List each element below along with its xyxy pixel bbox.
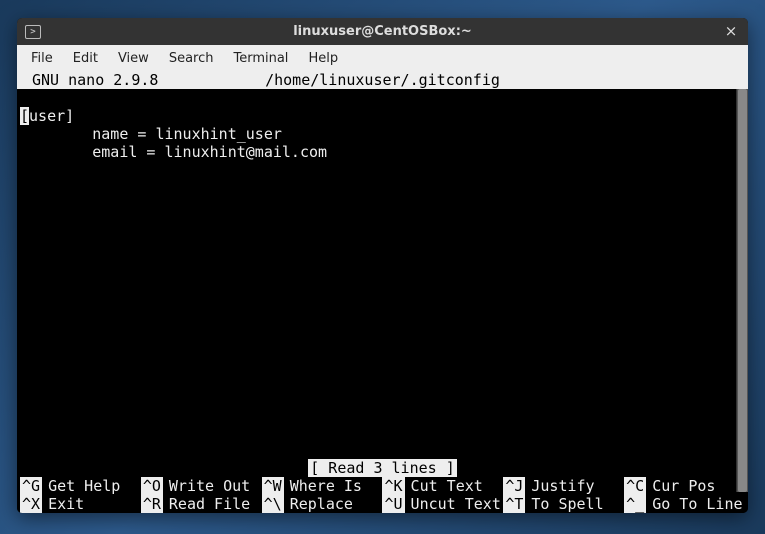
shortcut-read-file: ^RRead File (141, 495, 262, 513)
menu-file[interactable]: File (21, 48, 63, 69)
menu-terminal[interactable]: Terminal (223, 48, 298, 69)
menu-help[interactable]: Help (298, 48, 348, 69)
content-line2: name = linuxhint_user (20, 125, 282, 143)
terminal-icon (25, 25, 41, 39)
shortcut-justify: ^JJustify (503, 477, 624, 495)
nano-header: GNU nano 2.9.8 /home/linuxuser/.gitconfi… (17, 71, 748, 89)
content-line1: user] (29, 107, 74, 125)
shortcut-exit: ^XExit (20, 495, 141, 513)
scrollbar-thumb[interactable] (738, 89, 747, 492)
window-title: linuxuser@CentOSBox:~ (17, 24, 748, 39)
shortcut-uncut-text: ^UUncut Text (382, 495, 503, 513)
terminal-window: linuxuser@CentOSBox:~ × File Edit View S… (17, 18, 748, 513)
close-button[interactable]: × (722, 24, 740, 39)
terminal-area[interactable]: GNU nano 2.9.8 /home/linuxuser/.gitconfi… (17, 71, 748, 513)
nano-status: [ Read 3 lines ] (17, 459, 748, 477)
nano-shortcuts: ^GGet Help ^OWrite Out ^WWhere Is ^KCut … (17, 477, 748, 513)
shortcut-cut-text: ^KCut Text (382, 477, 503, 495)
shortcut-where-is: ^WWhere Is (262, 477, 383, 495)
shortcut-row-1: ^GGet Help ^OWrite Out ^WWhere Is ^KCut … (20, 477, 745, 495)
shortcut-to-spell: ^TTo Spell (503, 495, 624, 513)
menu-search[interactable]: Search (159, 48, 224, 69)
cursor: [ (20, 107, 29, 125)
content-line3: email = linuxhint@mail.com (20, 143, 327, 161)
nano-content[interactable]: [user] name = linuxhint_user email = lin… (17, 107, 748, 161)
shortcut-row-2: ^XExit ^RRead File ^\Replace ^UUncut Tex… (20, 495, 745, 513)
menu-edit[interactable]: Edit (63, 48, 108, 69)
nano-version: GNU nano 2.9.8 (20, 71, 158, 89)
shortcut-cur-pos: ^CCur Pos (624, 477, 745, 495)
shortcut-get-help: ^GGet Help (20, 477, 141, 495)
shortcut-replace: ^\Replace (262, 495, 383, 513)
nano-footer: [ Read 3 lines ] ^GGet Help ^OWrite Out … (17, 459, 748, 513)
shortcut-write-out: ^OWrite Out (141, 477, 262, 495)
menubar: File Edit View Search Terminal Help (17, 45, 748, 71)
titlebar[interactable]: linuxuser@CentOSBox:~ × (17, 18, 748, 45)
menu-view[interactable]: View (108, 48, 159, 69)
scrollbar[interactable] (736, 89, 748, 492)
shortcut-go-to-line: ^_Go To Line (624, 495, 745, 513)
